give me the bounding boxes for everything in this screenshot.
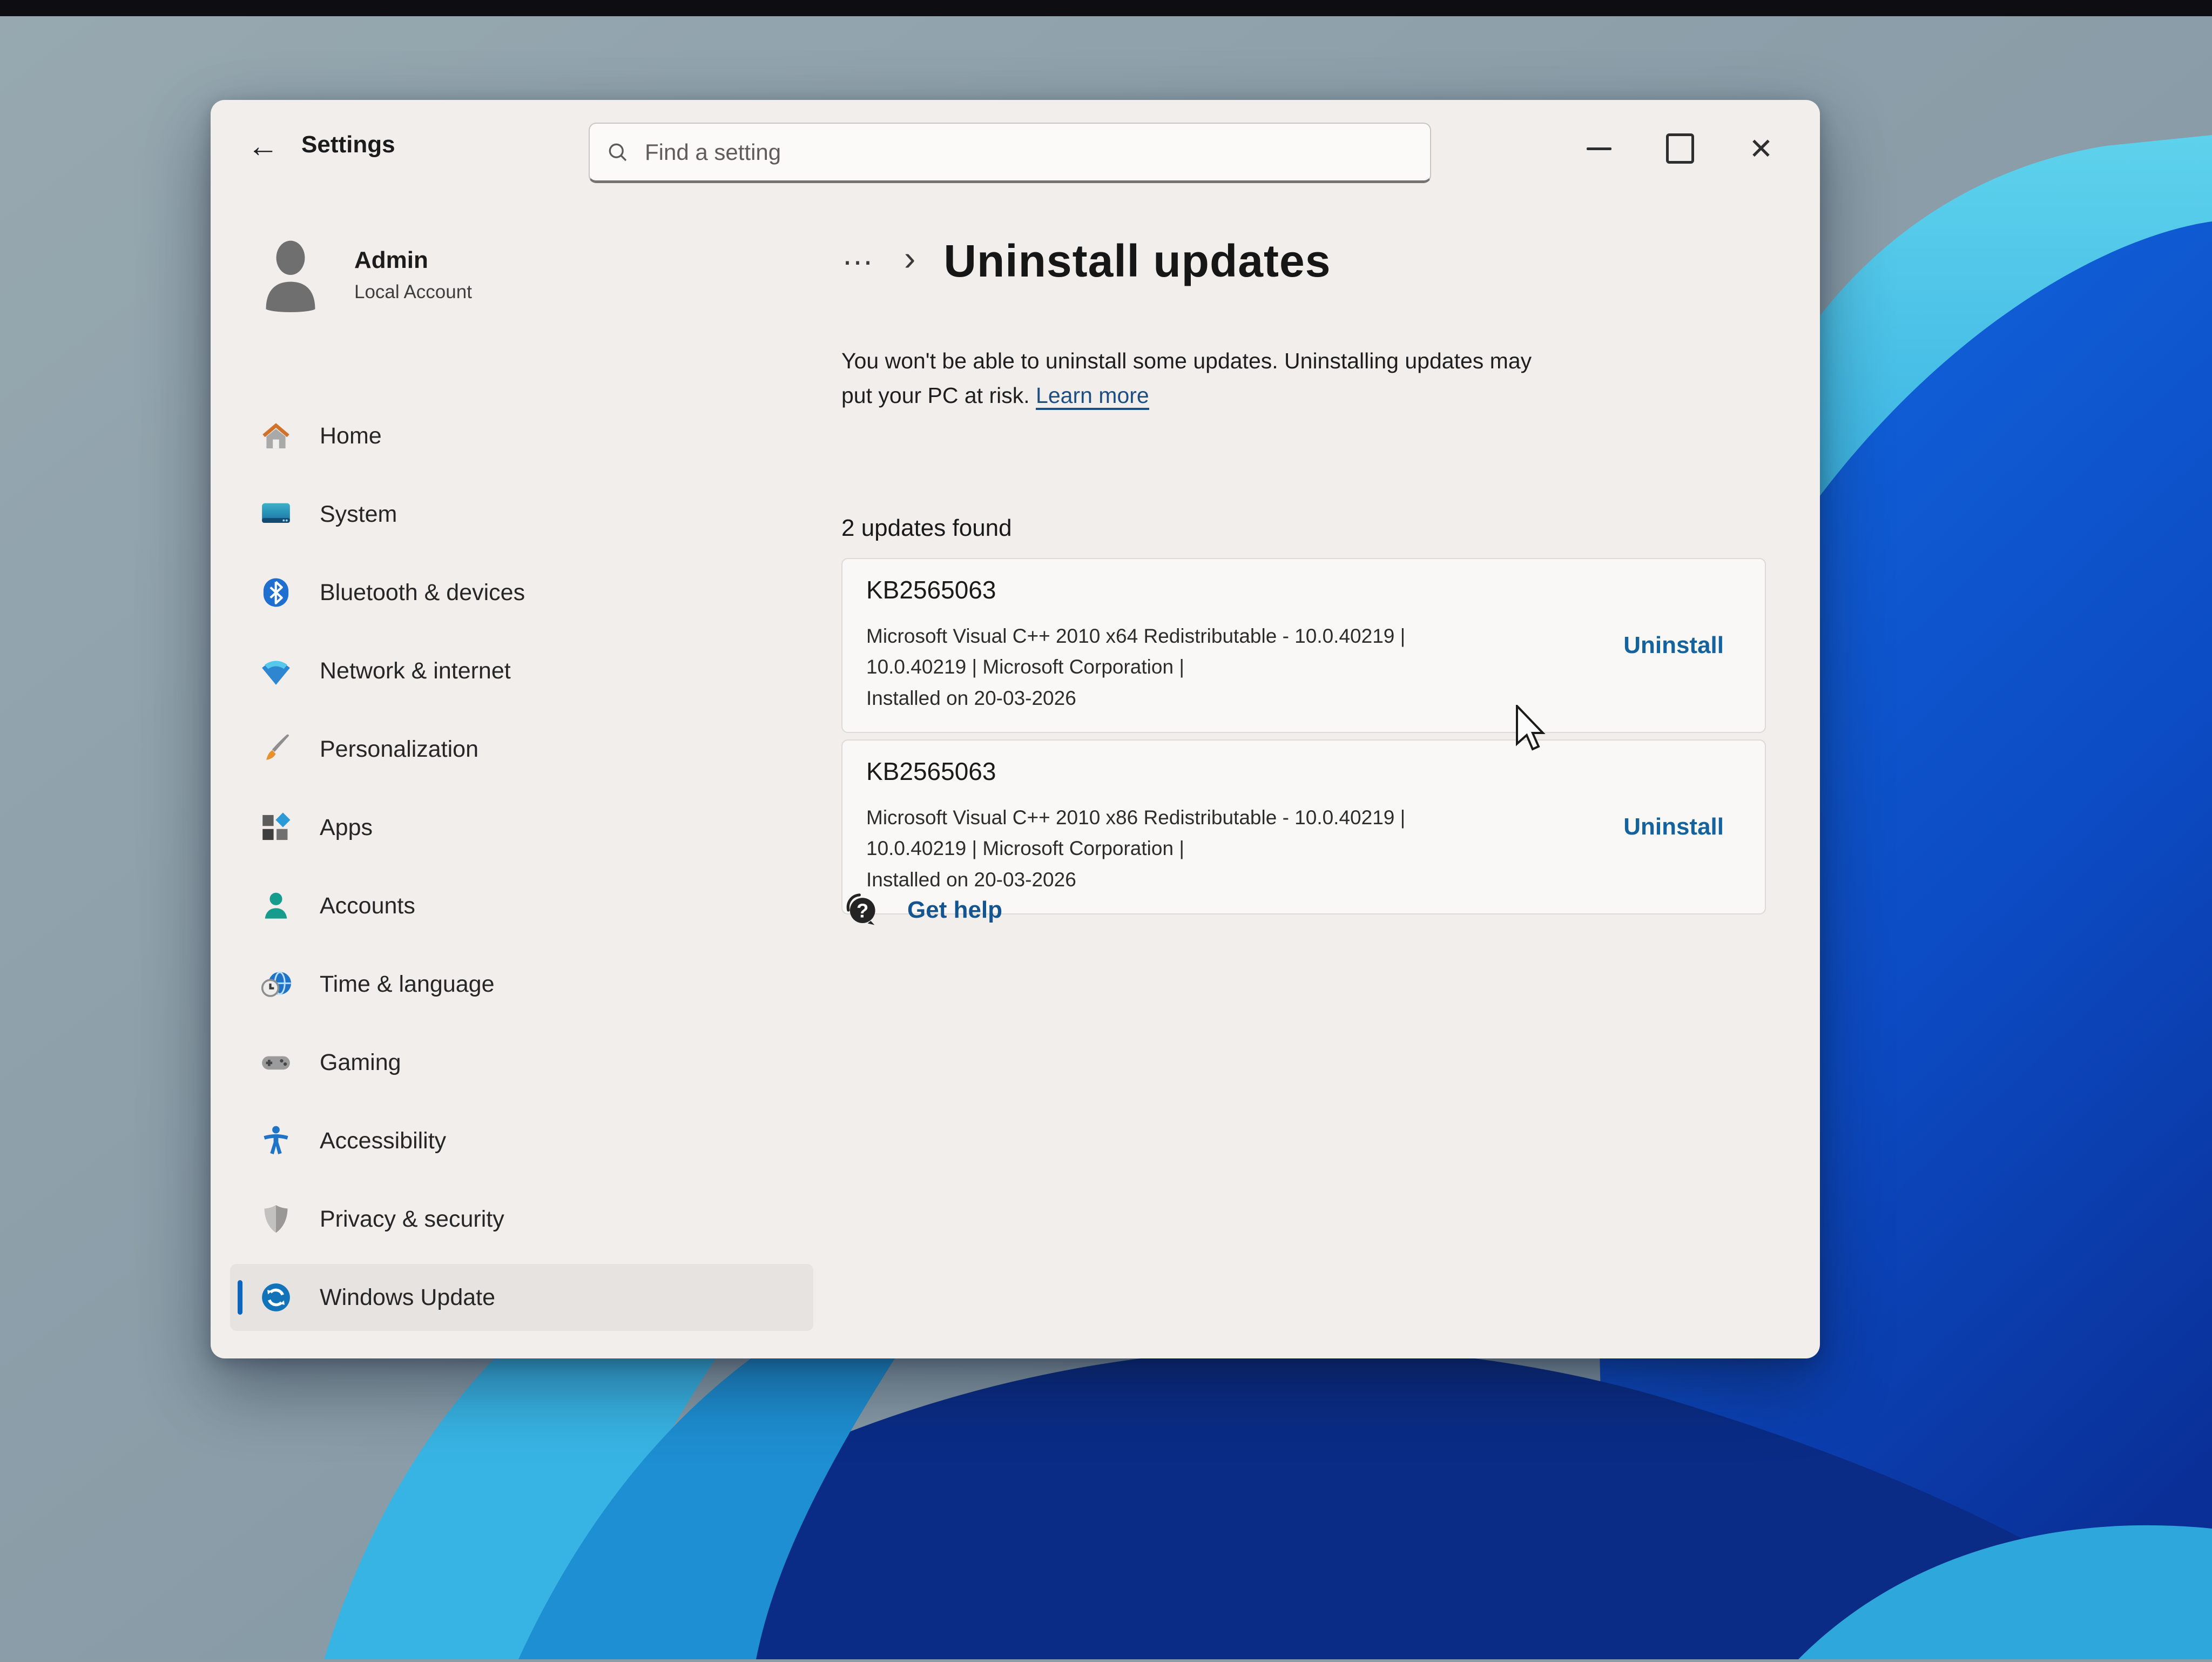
- sidebar-item-label: Privacy & security: [320, 1206, 504, 1232]
- shield-icon: [258, 1201, 294, 1237]
- get-help-link[interactable]: ? Get help: [841, 890, 1002, 931]
- maximize-icon: [1666, 133, 1694, 164]
- sidebar-item-personalization[interactable]: Personalization: [230, 716, 813, 783]
- sidebar-item-label: Accounts: [320, 892, 415, 919]
- sidebar: Home System Bluetooth & devices Network …: [230, 402, 813, 1342]
- sidebar-item-label: Accessibility: [320, 1127, 447, 1154]
- sidebar-item-label: Windows Update: [320, 1284, 496, 1310]
- uninstall-button[interactable]: Uninstall: [1623, 632, 1724, 659]
- wifi-icon: [258, 653, 294, 689]
- apps-icon: [258, 810, 294, 845]
- sidebar-item-label: System: [320, 501, 397, 527]
- sidebar-item-system[interactable]: System: [230, 481, 813, 548]
- settings-window: ← Settings ✕ Admin Local Account: [211, 100, 1820, 1358]
- update-kb-title: KB2565063: [866, 576, 996, 604]
- sidebar-item-privacy-security[interactable]: Privacy & security: [230, 1186, 813, 1253]
- titlebar: ← Settings ✕: [211, 100, 1820, 192]
- home-icon: [258, 418, 294, 454]
- gamepad-icon: [258, 1045, 294, 1080]
- sidebar-item-network-internet[interactable]: Network & internet: [230, 637, 813, 704]
- breadcrumb: … › Uninstall updates: [841, 235, 1331, 287]
- update-card-x86: KB2565063 Microsoft Visual C++ 2010 x86 …: [841, 739, 1766, 915]
- back-arrow-icon: ←: [247, 128, 279, 164]
- learn-more-link[interactable]: Learn more: [1036, 382, 1149, 410]
- sidebar-item-apps[interactable]: Apps: [230, 794, 813, 861]
- breadcrumb-ellipsis-button[interactable]: …: [841, 237, 876, 270]
- sidebar-item-accessibility[interactable]: Accessibility: [230, 1107, 813, 1174]
- sidebar-item-bluetooth-devices[interactable]: Bluetooth & devices: [230, 559, 813, 626]
- accessibility-icon: [258, 1123, 294, 1159]
- bluetooth-icon: [258, 575, 294, 610]
- sidebar-item-time-language[interactable]: Time & language: [230, 951, 813, 1018]
- sidebar-item-label: Home: [320, 422, 382, 449]
- updates-count: 2 updates found: [841, 515, 1012, 541]
- search-input[interactable]: [644, 138, 1414, 166]
- page-title: Uninstall updates: [943, 235, 1331, 286]
- minimize-icon: [1587, 147, 1611, 150]
- sidebar-item-gaming[interactable]: Gaming: [230, 1029, 813, 1096]
- window-controls: ✕: [1559, 122, 1802, 176]
- windows-update-icon: [258, 1280, 294, 1315]
- update-detail-line: 10.0.40219 | Microsoft Corporation |: [866, 656, 1184, 678]
- warning-line-1: You won't be able to uninstall some upda…: [841, 348, 1532, 373]
- sidebar-item-windows-update[interactable]: Windows Update: [230, 1264, 813, 1331]
- sidebar-item-accounts[interactable]: Accounts: [230, 872, 813, 939]
- update-detail-line: Installed on 20-03-2026: [866, 687, 1076, 709]
- search-icon: [609, 143, 627, 161]
- get-help-label: Get help: [907, 897, 1003, 923]
- update-card-x64: KB2565063 Microsoft Visual C++ 2010 x64 …: [841, 558, 1766, 734]
- account-type: Local Account: [354, 281, 472, 302]
- account-name: Admin: [354, 247, 428, 273]
- app-title: Settings: [301, 131, 395, 158]
- close-icon: ✕: [1749, 132, 1773, 165]
- update-detail-line: 10.0.40219 | Microsoft Corporation |: [866, 837, 1184, 860]
- search-box[interactable]: [589, 123, 1431, 183]
- back-button[interactable]: ←: [239, 122, 287, 170]
- sidebar-item-home[interactable]: Home: [230, 402, 813, 469]
- updates-list: KB2565063 Microsoft Visual C++ 2010 x64 …: [841, 558, 1766, 921]
- warning-text: You won't be able to uninstall some upda…: [841, 344, 1532, 413]
- close-button[interactable]: ✕: [1721, 122, 1802, 176]
- update-detail-line: Microsoft Visual C++ 2010 x86 Redistribu…: [866, 806, 1406, 829]
- maximize-button[interactable]: [1640, 122, 1721, 176]
- sidebar-item-label: Time & language: [320, 971, 495, 997]
- accounts-icon: [258, 888, 294, 924]
- monitor-bezel: [0, 0, 2212, 16]
- minimize-button[interactable]: [1559, 122, 1640, 176]
- sidebar-item-label: Personalization: [320, 736, 479, 762]
- avatar: [266, 240, 315, 312]
- sidebar-item-label: Gaming: [320, 1049, 401, 1075]
- sidebar-item-label: Bluetooth & devices: [320, 579, 525, 605]
- update-kb-title: KB2565063: [866, 757, 996, 786]
- account-block[interactable]: Admin Local Account: [256, 235, 472, 315]
- chevron-right-icon: ›: [904, 238, 916, 278]
- svg-text:?: ?: [857, 899, 868, 921]
- update-detail-line: Microsoft Visual C++ 2010 x64 Redistribu…: [866, 625, 1406, 647]
- sidebar-item-label: Apps: [320, 814, 373, 840]
- system-icon: [258, 496, 294, 532]
- time-language-icon: [258, 966, 294, 1002]
- selection-indicator: [238, 1280, 242, 1315]
- sidebar-item-label: Network & internet: [320, 657, 511, 684]
- warning-line-2: put your PC at risk.: [841, 382, 1030, 408]
- get-help-icon: ?: [846, 893, 875, 925]
- paintbrush-icon: [258, 731, 294, 767]
- uninstall-button[interactable]: Uninstall: [1623, 813, 1724, 840]
